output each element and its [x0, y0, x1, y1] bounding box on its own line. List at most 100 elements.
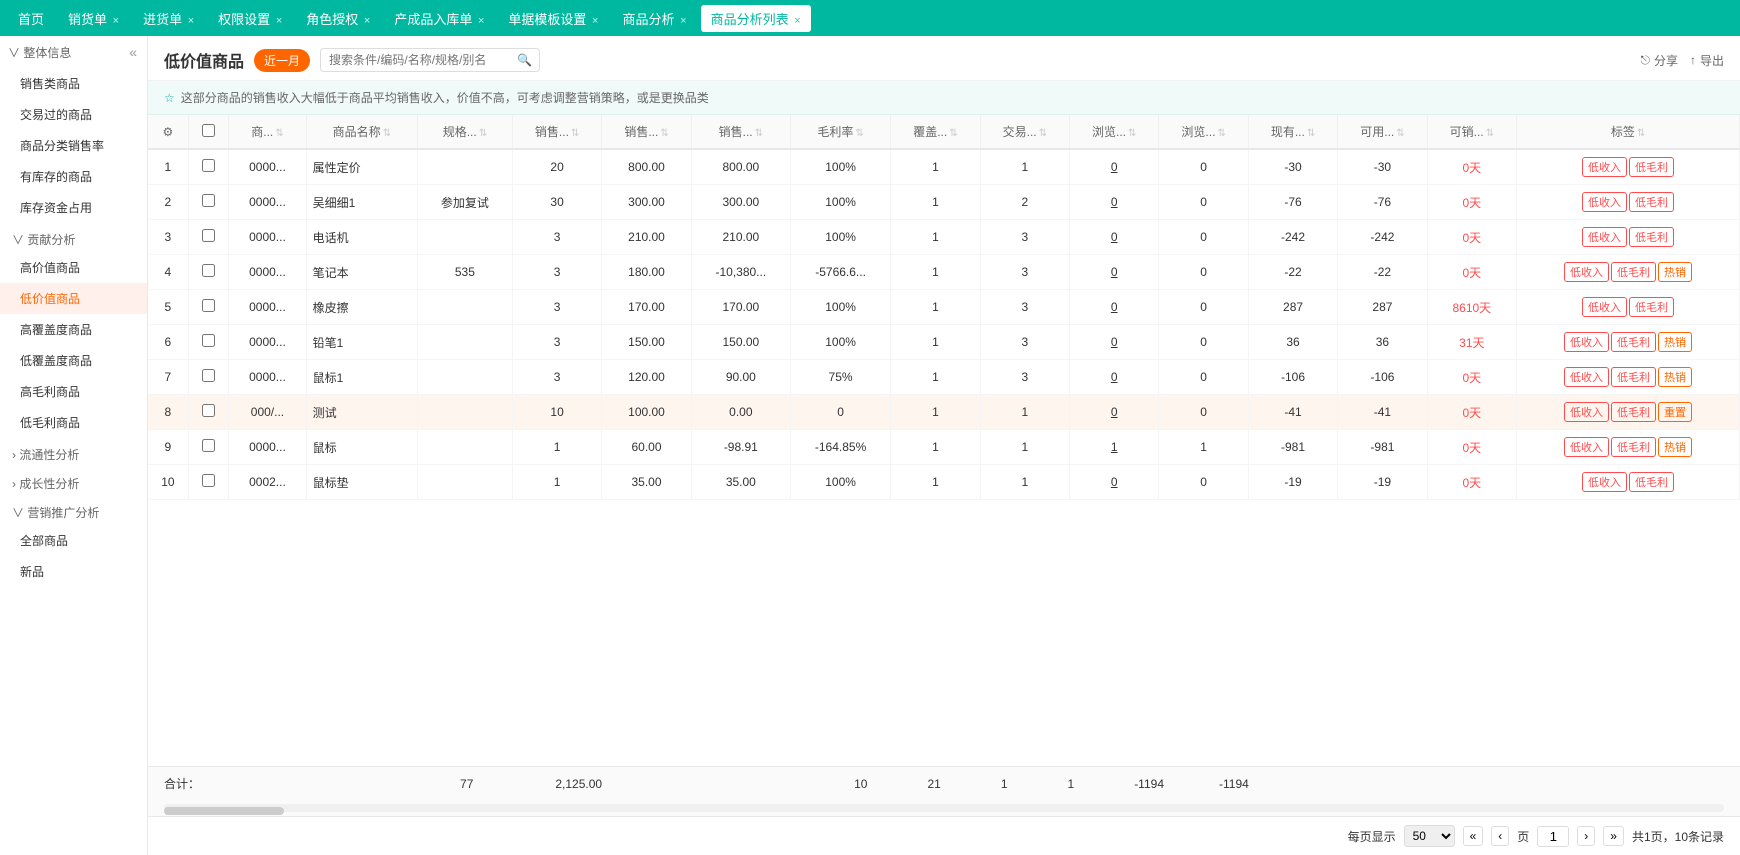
row-checkbox-cell[interactable] — [188, 465, 228, 500]
col-current[interactable]: 现有...⇅ — [1248, 115, 1337, 149]
browse1-value[interactable]: 0 — [1111, 335, 1118, 349]
col-browse1[interactable]: 浏览...⇅ — [1070, 115, 1159, 149]
row-name[interactable]: 鼠标垫 — [306, 465, 417, 500]
row-browse1[interactable]: 0 — [1070, 185, 1159, 220]
row-checkbox-cell[interactable] — [188, 395, 228, 430]
row-browse1[interactable]: 0 — [1070, 360, 1159, 395]
search-input[interactable] — [320, 48, 540, 72]
row-checkbox-cell[interactable] — [188, 360, 228, 395]
row-browse1[interactable]: 0 — [1070, 395, 1159, 430]
horizontal-scrollbar[interactable] — [164, 804, 1724, 812]
sidebar-item-category-rate[interactable]: 商品分类销售率 — [0, 130, 147, 161]
browse1-value[interactable]: 0 — [1111, 265, 1118, 279]
row-name[interactable]: 橡皮擦 — [306, 290, 417, 325]
row-checkbox[interactable] — [202, 264, 215, 277]
row-checkbox-cell[interactable] — [188, 149, 228, 185]
first-page-btn[interactable]: « — [1463, 826, 1484, 846]
share-button[interactable]: ⎋ 分享 — [1640, 52, 1678, 69]
browse1-value[interactable]: 0 — [1111, 300, 1118, 314]
prev-page-btn[interactable]: ‹ — [1491, 826, 1509, 846]
sidebar-collapse-btn[interactable]: « — [127, 42, 139, 62]
col-settings[interactable]: ⚙ — [148, 115, 188, 149]
nav-close-analysis-list[interactable]: × — [794, 15, 800, 27]
row-name[interactable]: 属性定价 — [306, 149, 417, 185]
row-checkbox[interactable] — [202, 159, 215, 172]
row-checkbox-cell[interactable] — [188, 185, 228, 220]
nav-role[interactable]: 角色授权 × — [296, 5, 380, 32]
row-checkbox[interactable] — [202, 229, 215, 242]
row-browse1[interactable]: 0 — [1070, 290, 1159, 325]
browse1-value[interactable]: 0 — [1111, 475, 1118, 489]
sidebar-group-growth[interactable]: › 成长性分析 — [0, 467, 147, 496]
sidebar-item-stock-goods[interactable]: 有库存的商品 — [0, 161, 147, 192]
row-name[interactable]: 测试 — [306, 395, 417, 430]
row-name[interactable]: 铅笔1 — [306, 325, 417, 360]
row-checkbox[interactable] — [202, 369, 215, 382]
col-sales2[interactable]: 销售...⇅ — [602, 115, 691, 149]
row-browse1[interactable]: 0 — [1070, 255, 1159, 290]
row-checkbox[interactable] — [202, 299, 215, 312]
browse1-value[interactable]: 0 — [1111, 370, 1118, 384]
sidebar-item-new-goods[interactable]: 新品 — [0, 556, 147, 587]
col-sales3[interactable]: 销售...⇅ — [691, 115, 790, 149]
export-button[interactable]: ↑ 导出 — [1690, 52, 1724, 69]
col-checkbox[interactable] — [188, 115, 228, 149]
row-browse1[interactable]: 0 — [1070, 149, 1159, 185]
sidebar-item-high-margin[interactable]: 高毛利商品 — [0, 376, 147, 407]
row-checkbox[interactable] — [202, 474, 215, 487]
browse1-value[interactable]: 0 — [1111, 160, 1118, 174]
col-coverage[interactable]: 覆盖...⇅ — [891, 115, 980, 149]
nav-close-product[interactable]: × — [478, 15, 484, 27]
sidebar-item-low-coverage[interactable]: 低覆盖度商品 — [0, 345, 147, 376]
col-spec[interactable]: 规格...⇅ — [417, 115, 512, 149]
nav-permission[interactable]: 权限设置 × — [208, 5, 292, 32]
nav-template[interactable]: 单据模板设置 × — [498, 5, 608, 32]
sidebar-item-stock-capital[interactable]: 库存资金占用 — [0, 192, 147, 223]
row-checkbox-cell[interactable] — [188, 325, 228, 360]
select-all-checkbox[interactable] — [202, 124, 215, 137]
sidebar-item-sales-goods[interactable]: 销售类商品 — [0, 68, 147, 99]
nav-close-permission[interactable]: × — [276, 15, 282, 27]
col-trade[interactable]: 交易...⇅ — [980, 115, 1069, 149]
col-margin[interactable]: 毛利率⇅ — [790, 115, 890, 149]
row-browse1[interactable]: 0 — [1070, 325, 1159, 360]
nav-close-template[interactable]: × — [592, 15, 598, 27]
sidebar-item-traded-goods[interactable]: 交易过的商品 — [0, 99, 147, 130]
nav-close-role[interactable]: × — [364, 15, 370, 27]
row-name[interactable]: 吴细细1 — [306, 185, 417, 220]
nav-purchase[interactable]: 进货单 × — [133, 5, 204, 32]
row-checkbox[interactable] — [202, 334, 215, 347]
row-browse1[interactable]: 0 — [1070, 465, 1159, 500]
row-name[interactable]: 笔记本 — [306, 255, 417, 290]
row-checkbox-cell[interactable] — [188, 220, 228, 255]
sidebar-item-high-value[interactable]: 高价值商品 — [0, 252, 147, 283]
row-name[interactable]: 电话机 — [306, 220, 417, 255]
row-checkbox[interactable] — [202, 439, 215, 452]
browse1-value[interactable]: 0 — [1111, 230, 1118, 244]
row-checkbox-cell[interactable] — [188, 255, 228, 290]
col-tags[interactable]: 标签⇅ — [1517, 115, 1740, 149]
nav-close-purchase[interactable]: × — [188, 15, 194, 27]
col-name[interactable]: 商品名称⇅ — [306, 115, 417, 149]
row-checkbox[interactable] — [202, 404, 215, 417]
col-available[interactable]: 可用...⇅ — [1338, 115, 1427, 149]
row-checkbox[interactable] — [202, 194, 215, 207]
last-page-btn[interactable]: » — [1603, 826, 1624, 846]
nav-analysis-list[interactable]: 商品分析列表 × — [701, 5, 811, 32]
col-sales1[interactable]: 销售...⇅ — [512, 115, 601, 149]
browse1-value[interactable]: 0 — [1111, 195, 1118, 209]
sidebar-item-low-value[interactable]: 低价值商品 — [0, 283, 147, 314]
sidebar-item-high-coverage[interactable]: 高覆盖度商品 — [0, 314, 147, 345]
row-browse1[interactable]: 1 — [1070, 430, 1159, 465]
row-browse1[interactable]: 0 — [1070, 220, 1159, 255]
col-saleable[interactable]: 可销...⇅ — [1427, 115, 1516, 149]
row-checkbox-cell[interactable] — [188, 430, 228, 465]
col-browse2[interactable]: 浏览...⇅ — [1159, 115, 1248, 149]
page-number-input[interactable] — [1537, 826, 1569, 847]
nav-close-analysis[interactable]: × — [680, 15, 686, 27]
sidebar-item-all-goods[interactable]: 全部商品 — [0, 525, 147, 556]
browse1-value[interactable]: 0 — [1111, 405, 1118, 419]
next-page-btn[interactable]: › — [1577, 826, 1595, 846]
sidebar-item-low-margin[interactable]: 低毛利商品 — [0, 407, 147, 438]
row-name[interactable]: 鼠标 — [306, 430, 417, 465]
